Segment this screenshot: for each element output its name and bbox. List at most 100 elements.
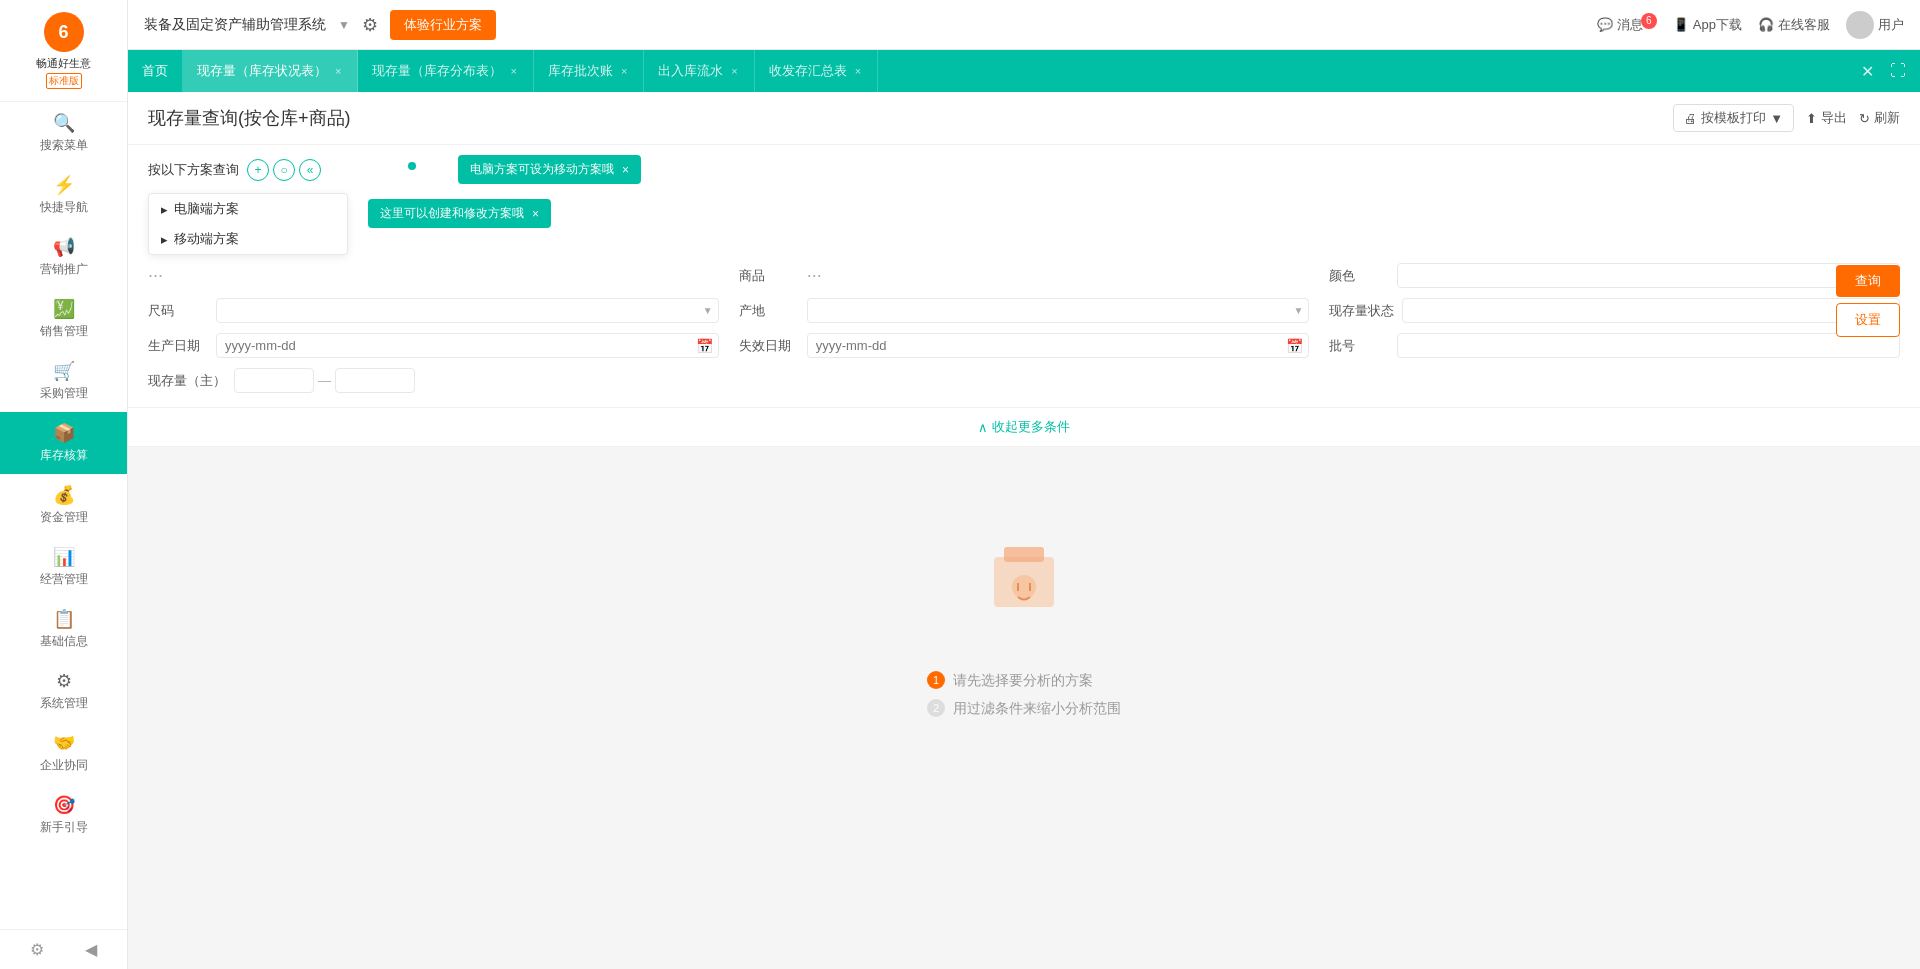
nav-label-11: 新手引导 (40, 819, 88, 836)
color-label: 颜色 (1329, 267, 1389, 285)
tab-close-all-icon[interactable]: ✕ (1857, 58, 1878, 85)
search-btn[interactable]: 查询 (1836, 265, 1900, 297)
scheme-pc-arrow: ▸ (161, 202, 168, 217)
batch-input[interactable] (1397, 333, 1900, 358)
empty-step2: 2 用过滤条件来缩小分析范围 (927, 694, 1121, 722)
filter-row-origin: 产地 ▼ (739, 298, 1310, 323)
nav-icon-0: 🔍 (53, 112, 75, 134)
inventory-main-from[interactable] (234, 368, 314, 393)
tab-inventory-distribution[interactable]: 现存量（库存分布表） × (358, 50, 533, 92)
refresh-btn[interactable]: ↻ 刷新 (1859, 109, 1900, 127)
nav-label-8: 基础信息 (40, 633, 88, 650)
tab-summary[interactable]: 收发存汇总表 × (755, 50, 878, 92)
tab-close-inout-flow[interactable]: × (729, 63, 739, 79)
tab-inout-flow[interactable]: 出入库流水 × (644, 50, 754, 92)
prod-date-input[interactable] (216, 333, 719, 358)
filter-row-expiry-date: 失效日期 📅 (739, 333, 1310, 358)
sidebar-item-经营管理[interactable]: 📊 经营管理 (0, 536, 127, 598)
sidebar-item-销售管理[interactable]: 💹 销售管理 (0, 288, 127, 350)
expiry-date-input[interactable] (807, 333, 1310, 358)
sidebar-item-采购管理[interactable]: 🛒 采购管理 (0, 350, 127, 412)
tab-close-inventory-distribution[interactable]: × (508, 63, 518, 79)
goods-label: 商品 (739, 267, 799, 285)
sidebar-item-库存核算[interactable]: 📦 库存核算 (0, 412, 127, 474)
sidebar-item-新手引导[interactable]: 🎯 新手引导 (0, 784, 127, 846)
sidebar-item-系统管理[interactable]: ⚙ 系统管理 (0, 660, 127, 722)
settings-footer-icon[interactable]: ⚙ (30, 940, 44, 959)
notification-item[interactable]: 💬 消息 6 (1597, 16, 1657, 34)
tooltip1-close[interactable]: × (622, 163, 629, 177)
scheme-item-pc[interactable]: ▸ 电脑端方案 (149, 194, 347, 224)
collapse-sidebar-icon[interactable]: ◀ (85, 940, 97, 959)
reset-btn[interactable]: 设置 (1836, 303, 1900, 337)
nav-icon-9: ⚙ (56, 670, 72, 692)
filter-action-icons: + ○ « (247, 159, 321, 181)
step1-text: 请先选择要分析的方案 (953, 666, 1093, 694)
inv-status-select[interactable] (1402, 298, 1900, 323)
scheme-item-mobile[interactable]: ▸ 移动端方案 (149, 224, 347, 254)
scheme-back-btn[interactable]: « (299, 159, 321, 181)
color-select[interactable] (1397, 263, 1900, 288)
tab-close-summary[interactable]: × (853, 63, 863, 79)
nav-label-10: 企业协同 (40, 757, 88, 774)
inv-status-select-wrap: ▼ (1402, 298, 1900, 323)
tab-batch-ledger[interactable]: 库存批次账 × (534, 50, 644, 92)
filter-grid: ··· 商品 ··· 颜色 ▼ 尺码 (148, 263, 1900, 393)
add-scheme-btn[interactable]: + (247, 159, 269, 181)
sidebar-item-快捷导航[interactable]: ⚡ 快捷导航 (0, 164, 127, 226)
app-download-item[interactable]: 📱 App下载 (1673, 16, 1742, 34)
logo-badge: 标准版 (46, 73, 82, 89)
edit-scheme-btn[interactable]: ○ (273, 159, 295, 181)
tooltip2-text: 这里可以创建和修改方案哦 (380, 205, 524, 222)
expiry-date-input-wrap: 📅 (807, 333, 1310, 358)
inv-main-label: 现存量（主） (148, 372, 226, 390)
tab-inventory-status[interactable]: 现存量（库存状况表） × (183, 50, 358, 92)
pc-scheme-tooltip: 电脑方案可设为移动方案哦 × (458, 155, 641, 184)
sidebar-item-搜索菜单[interactable]: 🔍 搜索菜单 (0, 102, 127, 164)
print-icon: 🖨 (1684, 111, 1697, 126)
sidebar-nav: 🔍 搜索菜单 ⚡ 快捷导航 📢 营销推广 💹 销售管理 🛒 采购管理 📦 库存核… (0, 102, 127, 929)
tab-maximize-icon[interactable]: ⛶ (1886, 58, 1910, 84)
size-select[interactable] (216, 298, 719, 323)
tab-home[interactable]: 首页 (128, 50, 183, 92)
tooltip2-close[interactable]: × (532, 207, 539, 221)
prod-date-calendar-icon[interactable]: 📅 (696, 338, 713, 354)
expiry-date-calendar-icon[interactable]: 📅 (1286, 338, 1303, 354)
tab-label-inout-flow: 出入库流水 (658, 62, 723, 80)
goods-dots[interactable]: ··· (807, 265, 822, 286)
tab-close-inventory-status[interactable]: × (333, 63, 343, 79)
sidebar-logo: 6 畅通好生意 标准版 (0, 0, 127, 102)
nav-icon-8: 📋 (53, 608, 75, 630)
sidebar-item-企业协同[interactable]: 🤝 企业协同 (0, 722, 127, 784)
scheme-list: ▸ 电脑端方案 ▸ 移动端方案 (148, 193, 348, 255)
header-right: 💬 消息 6 📱 App下载 🎧 在线客服 用户 (1597, 11, 1904, 39)
inventory-dash: — (318, 373, 331, 388)
notification-label: 消息 (1617, 16, 1643, 34)
settings-icon[interactable]: ⚙ (362, 14, 378, 36)
tab-close-batch-ledger[interactable]: × (619, 63, 629, 79)
tooltip1-text: 电脑方案可设为移动方案哦 (470, 161, 614, 178)
page-actions: 🖨 按模板打印 ▼ ⬆ 导出 ↻ 刷新 (1673, 104, 1900, 144)
collapse-bar[interactable]: ∧ 收起更多条件 (128, 408, 1920, 446)
search-btn-area: 查询 设置 (1836, 265, 1900, 337)
user-item[interactable]: 用户 (1846, 11, 1904, 39)
scheme-dropdown-area: ▸ 电脑端方案 ▸ 移动端方案 这里可以创建和修改方案哦 × (148, 193, 1900, 255)
inventory-main-input-wrap: — (234, 368, 719, 393)
filter-label: 按以下方案查询 (148, 161, 239, 179)
step2-text: 用过滤条件来缩小分析范围 (953, 694, 1121, 722)
industry-btn[interactable]: 体验行业方案 (390, 10, 496, 40)
logo-icon: 6 (44, 12, 84, 52)
warehouse-dots[interactable]: ··· (148, 265, 163, 286)
sidebar-item-资金管理[interactable]: 💰 资金管理 (0, 474, 127, 536)
system-dropdown-icon[interactable]: ▼ (338, 18, 350, 32)
sidebar-item-基础信息[interactable]: 📋 基础信息 (0, 598, 127, 660)
origin-select[interactable] (807, 298, 1310, 323)
sidebar-item-营销推广[interactable]: 📢 营销推广 (0, 226, 127, 288)
refresh-icon: ↻ (1859, 111, 1870, 126)
export-btn[interactable]: ⬆ 导出 (1806, 109, 1847, 127)
print-btn[interactable]: 🖨 按模板打印 ▼ (1673, 104, 1794, 132)
tab-label-inventory-distribution: 现存量（库存分布表） (372, 62, 502, 80)
inventory-main-to[interactable] (335, 368, 415, 393)
nav-icon-4: 🛒 (53, 360, 75, 382)
online-service-item[interactable]: 🎧 在线客服 (1758, 16, 1830, 34)
